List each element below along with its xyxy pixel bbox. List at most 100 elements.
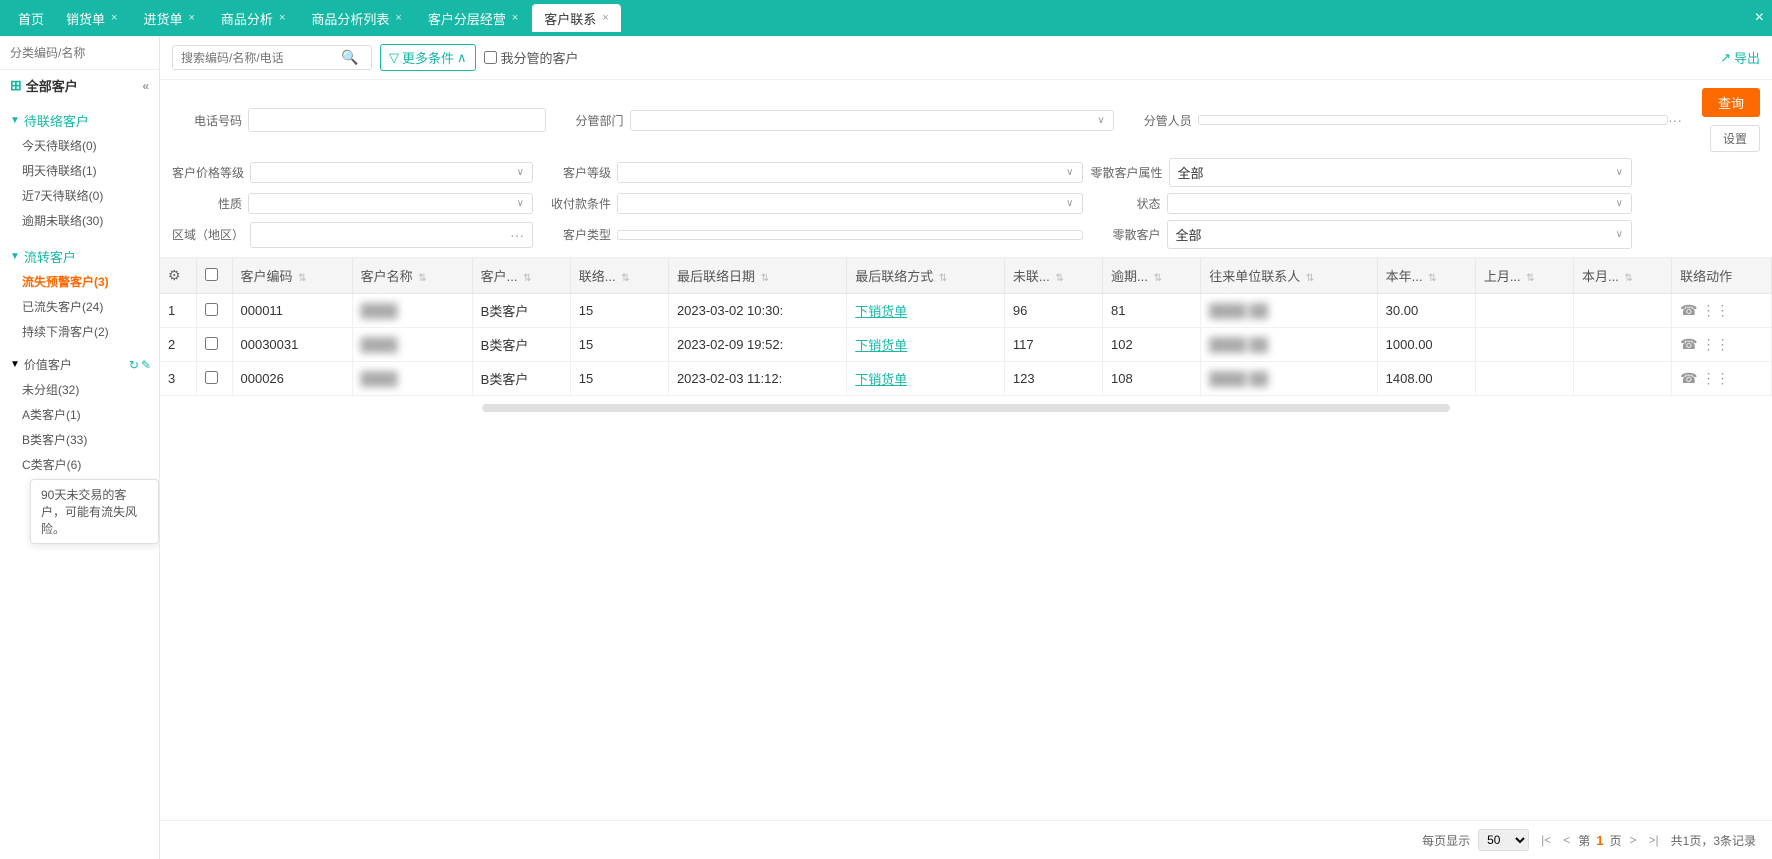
more-icon-0[interactable]: ⋮⋮ — [1702, 302, 1730, 319]
search-input[interactable] — [181, 51, 341, 65]
sort-tmonth-icon[interactable]: ⇅ — [1624, 273, 1632, 284]
tab-close-analysis-list[interactable]: × — [395, 12, 401, 24]
filter-more-btn[interactable]: ▽ 更多条件 ∧ — [380, 44, 476, 71]
sidebar-item-lost[interactable]: 已流失客户(24) — [0, 294, 159, 319]
phone-input[interactable] — [248, 108, 546, 132]
tab-product-analysis[interactable]: 商品分析 × — [209, 4, 297, 32]
contact-icon-0[interactable]: ☎ — [1680, 302, 1697, 319]
tab-close-contact[interactable]: × — [602, 12, 608, 24]
contact-icon-1[interactable]: ☎ — [1680, 336, 1697, 353]
sidebar-item-week[interactable]: 近7天待联络(0) — [0, 183, 159, 208]
sidebar-item-ungroup[interactable]: 未分组(32) — [0, 377, 159, 402]
more-icon-2[interactable]: ⋮⋮ — [1702, 370, 1730, 387]
gender-select[interactable]: ∨ — [248, 193, 533, 214]
cell-unit-1: ████ ██ — [1201, 328, 1377, 362]
cell-actions-2: ☎ ⋮⋮ — [1672, 362, 1772, 396]
cell-contact-2: 15 — [570, 362, 668, 396]
value-edit-icon[interactable]: ✎ — [141, 358, 151, 372]
window-close-icon[interactable]: × — [1755, 9, 1764, 27]
cell-uncontact-0: 96 — [1004, 294, 1102, 328]
sidebar-item-a-class[interactable]: A类客户(1) — [0, 402, 159, 427]
cell-checkbox-1[interactable] — [196, 328, 232, 362]
cell-way-2[interactable]: 下销货单 — [847, 362, 1005, 396]
manager-select[interactable] — [1198, 115, 1668, 125]
tab-close-purchase[interactable]: × — [188, 12, 194, 24]
col-settings-icon[interactable]: ⚙ — [168, 267, 181, 283]
search-icon[interactable]: 🔍 — [341, 49, 358, 66]
sort-date-icon[interactable]: ⇅ — [761, 273, 769, 284]
last-way-link-0[interactable]: 下销货单 — [855, 304, 907, 319]
tab-close-sales[interactable]: × — [111, 12, 117, 24]
customer-level-select[interactable]: ∨ — [617, 162, 1083, 183]
contact-icon-2[interactable]: ☎ — [1680, 370, 1697, 387]
sidebar-all-customers[interactable]: ⊞ 全部客户 « — [0, 70, 159, 101]
area-ellipsis[interactable]: ··· — [510, 227, 524, 243]
sort-contact-icon[interactable]: ⇅ — [621, 273, 629, 284]
zero-attr-select[interactable]: 全部 ∨ — [1169, 158, 1632, 187]
horizontal-scrollbar[interactable] — [482, 404, 1449, 412]
manager-ellipsis[interactable]: ··· — [1668, 112, 1682, 128]
sort-type-icon[interactable]: ⇅ — [523, 273, 531, 284]
sort-lmonth-icon[interactable]: ⇅ — [1526, 273, 1534, 284]
sort-way-icon[interactable]: ⇅ — [939, 273, 947, 284]
sort-name-icon[interactable]: ⇅ — [418, 273, 426, 284]
sort-year-icon[interactable]: ⇅ — [1428, 273, 1436, 284]
area-select[interactable]: ··· — [250, 222, 533, 248]
tab-sales-order[interactable]: 销货单 × — [54, 4, 129, 32]
price-level-select[interactable]: ∨ — [250, 162, 533, 183]
settings-col-header[interactable]: ⚙ — [160, 258, 196, 294]
tab-purchase-order[interactable]: 进货单 × — [131, 4, 206, 32]
sidebar-item-overdue[interactable]: 逾期未联络(30) — [0, 208, 159, 233]
prev-page-btn[interactable]: < — [1559, 831, 1574, 849]
sort-unit-icon[interactable]: ⇅ — [1306, 273, 1314, 284]
next-page-btn[interactable]: > — [1626, 831, 1641, 849]
cell-way-1[interactable]: 下销货单 — [847, 328, 1005, 362]
zero-customer-select[interactable]: 全部 ∨ — [1167, 220, 1633, 249]
sidebar-item-today[interactable]: 今天待联络(0) — [0, 133, 159, 158]
payment-select[interactable]: ∨ — [617, 193, 1083, 214]
last-way-link-2[interactable]: 下销货单 — [855, 372, 907, 387]
last-page-btn[interactable]: >| — [1645, 831, 1663, 849]
cell-way-0[interactable]: 下销货单 — [847, 294, 1005, 328]
sidebar-item-declining[interactable]: 持续下滑客户(2) — [0, 319, 159, 344]
sort-uncontact-icon[interactable]: ⇅ — [1055, 273, 1063, 284]
status-select[interactable]: ∨ — [1167, 193, 1633, 214]
sidebar-group-churn-title[interactable]: ▼ 流转客户 — [0, 241, 159, 269]
tab-product-analysis-list[interactable]: 商品分析列表 × — [299, 4, 413, 32]
settings-button[interactable]: 设置 — [1710, 125, 1760, 152]
sort-overdue-icon[interactable]: ⇅ — [1154, 273, 1162, 284]
row-checkbox-1[interactable] — [205, 337, 218, 350]
sidebar-group-value-title[interactable]: ▼ 价值客户 — [10, 356, 72, 373]
row-checkbox-2[interactable] — [205, 371, 218, 384]
tab-customer-segment[interactable]: 客户分层经营 × — [416, 4, 530, 32]
per-page-select[interactable]: 50 100 200 — [1478, 829, 1529, 851]
cell-checkbox-0[interactable] — [196, 294, 232, 328]
cell-checkbox-2[interactable] — [196, 362, 232, 396]
dept-select[interactable]: ∨ — [630, 110, 1114, 131]
my-customers-checkbox[interactable] — [484, 51, 497, 64]
collapse-icon[interactable]: « — [142, 79, 149, 93]
customer-type-select[interactable] — [617, 230, 1083, 240]
value-refresh-icon[interactable]: ↻ — [129, 358, 139, 372]
tab-customer-contact[interactable]: 客户联系 × — [532, 4, 620, 32]
sidebar: 🔍 ⊞ 全部客户 « ▼ 待联络客户 今天待联络(0) 明天待联络(1) 近7天… — [0, 36, 160, 859]
sidebar-item-c-class[interactable]: C类客户(6) — [0, 452, 159, 477]
sidebar-group-pending: ▼ 待联络客户 今天待联络(0) 明天待联络(1) 近7天待联络(0) 逾期未联… — [0, 101, 159, 237]
tab-home[interactable]: 首页 — [8, 9, 54, 28]
sidebar-item-b-class[interactable]: B类客户(33) — [0, 427, 159, 452]
tab-close-segment[interactable]: × — [512, 12, 518, 24]
first-page-btn[interactable]: |< — [1537, 831, 1555, 849]
sidebar-search-input[interactable] — [10, 46, 160, 60]
more-icon-1[interactable]: ⋮⋮ — [1702, 336, 1730, 353]
sidebar-group-pending-title[interactable]: ▼ 待联络客户 — [0, 105, 159, 133]
zero-cust-arrow: ∨ — [1616, 229, 1623, 240]
select-all-checkbox[interactable] — [205, 268, 218, 281]
sort-code-icon[interactable]: ⇅ — [298, 273, 306, 284]
row-checkbox-0[interactable] — [205, 303, 218, 316]
tab-close-analysis[interactable]: × — [279, 12, 285, 24]
last-way-link-1[interactable]: 下销货单 — [855, 338, 907, 353]
export-btn[interactable]: ↗ 导出 — [1720, 48, 1760, 67]
sidebar-item-tomorrow[interactable]: 明天待联络(1) — [0, 158, 159, 183]
query-button[interactable]: 查询 — [1702, 88, 1760, 117]
sidebar-item-churn-warning[interactable]: 流失预警客户(3) — [0, 269, 159, 294]
